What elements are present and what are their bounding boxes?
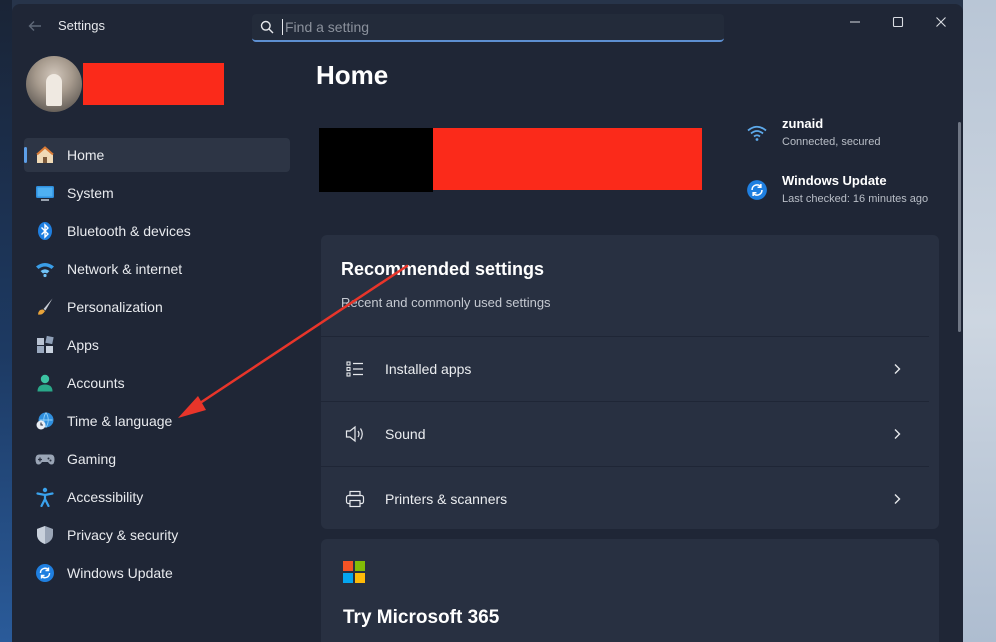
search-icon xyxy=(256,20,278,34)
minimize-button[interactable] xyxy=(834,10,876,34)
settings-window: Settings Home System xyxy=(12,4,963,642)
sidebar-item-home[interactable]: Home xyxy=(24,138,290,172)
sidebar-item-label: Privacy & security xyxy=(67,527,179,543)
page-title: Home xyxy=(316,60,389,90)
bluetooth-icon xyxy=(34,220,56,242)
printer-icon xyxy=(343,487,367,511)
update-status[interactable]: Windows Update Last checked: 16 minutes … xyxy=(744,173,928,205)
row-label: Printers & scanners xyxy=(385,490,508,507)
titlebar: Settings xyxy=(12,4,963,46)
maximize-icon xyxy=(892,16,904,28)
device-banner-redacted xyxy=(319,128,433,192)
back-arrow-icon xyxy=(28,21,41,31)
speaker-icon xyxy=(343,422,367,446)
sidebar-item-label: Home xyxy=(67,147,105,163)
list-icon xyxy=(343,357,367,381)
sidebar-item-label: Apps xyxy=(67,337,99,353)
sidebar-item-label: Gaming xyxy=(67,451,117,467)
wifi-icon xyxy=(744,120,770,146)
microsoft-logo-icon xyxy=(343,561,365,583)
microsoft-365-card[interactable]: Try Microsoft 365 xyxy=(321,539,939,642)
sidebar-item-privacy-security[interactable]: Privacy & security xyxy=(24,518,290,552)
sidebar-item-label: Accessibility xyxy=(67,489,144,505)
brush-icon xyxy=(34,296,56,318)
desktop-wallpaper-left xyxy=(0,0,12,642)
close-button[interactable] xyxy=(920,10,962,34)
sidebar-item-bluetooth[interactable]: Bluetooth & devices xyxy=(24,214,290,248)
sidebar-item-label: Accounts xyxy=(67,375,125,391)
app-title: Settings xyxy=(58,18,105,33)
sidebar-item-gaming[interactable]: Gaming xyxy=(24,442,290,476)
monitor-icon xyxy=(34,182,56,204)
chevron-right-icon xyxy=(887,493,907,505)
device-name-redacted xyxy=(433,128,702,190)
network-name: zunaid xyxy=(782,116,824,131)
update-last-checked: Last checked: 16 minutes ago xyxy=(782,193,929,205)
recommended-row-printers-scanners[interactable]: Printers & scanners xyxy=(321,466,929,530)
sidebar-item-accessibility[interactable]: Accessibility xyxy=(24,480,290,514)
maximize-button[interactable] xyxy=(877,10,919,34)
recommended-settings-card: Recommended settings Recent and commonly… xyxy=(321,235,939,529)
sidebar-item-personalization[interactable]: Personalization xyxy=(24,290,290,324)
accessibility-icon xyxy=(34,486,56,508)
globe-clock-icon xyxy=(34,410,56,432)
sidebar-item-label: Bluetooth & devices xyxy=(67,223,191,239)
sidebar-item-windows-update[interactable]: Windows Update xyxy=(24,556,290,590)
recommended-title: Recommended settings xyxy=(341,259,545,279)
search-input[interactable] xyxy=(282,19,702,35)
sidebar-item-label: System xyxy=(67,185,114,201)
recommended-row-installed-apps[interactable]: Installed apps xyxy=(321,336,929,400)
update-icon xyxy=(744,177,770,203)
sidebar-item-system[interactable]: System xyxy=(24,176,290,210)
row-label: Sound xyxy=(385,425,426,442)
minimize-icon xyxy=(850,21,860,23)
profile-name-redacted xyxy=(83,63,224,105)
network-state: Connected, secured xyxy=(782,136,881,148)
desktop-wallpaper-right xyxy=(963,0,996,642)
update-icon xyxy=(34,562,56,584)
person-icon xyxy=(34,372,56,394)
avatar[interactable] xyxy=(26,56,82,112)
network-status[interactable]: zunaid Connected, secured xyxy=(744,116,880,148)
back-button[interactable] xyxy=(22,13,48,39)
sidebar-item-label: Network & internet xyxy=(67,261,183,277)
recommended-subtitle: Recent and commonly used settings xyxy=(341,295,551,310)
close-icon xyxy=(936,17,946,27)
sidebar-item-label: Personalization xyxy=(67,299,163,315)
shield-icon xyxy=(34,524,56,546)
chevron-right-icon xyxy=(887,428,907,440)
gamepad-icon xyxy=(34,448,56,470)
row-label: Installed apps xyxy=(385,360,472,377)
apps-icon xyxy=(34,334,56,356)
sidebar-item-accounts[interactable]: Accounts xyxy=(24,366,290,400)
scrollbar[interactable] xyxy=(958,122,961,332)
m365-title: Try Microsoft 365 xyxy=(343,607,500,628)
update-title: Windows Update xyxy=(782,173,887,188)
chevron-right-icon xyxy=(887,363,907,375)
sidebar-item-apps[interactable]: Apps xyxy=(24,328,290,362)
recommended-row-sound[interactable]: Sound xyxy=(321,401,929,465)
sidebar-item-label: Time & language xyxy=(67,413,173,429)
sidebar-nav: Home System Bluetooth & devices Network … xyxy=(24,138,290,594)
sidebar-item-label: Windows Update xyxy=(67,565,173,581)
wifi-icon xyxy=(34,258,56,280)
sidebar-item-network[interactable]: Network & internet xyxy=(24,252,290,286)
home-icon xyxy=(34,144,56,166)
sidebar-item-time-language[interactable]: Time & language xyxy=(24,404,290,438)
search-box[interactable] xyxy=(252,14,724,42)
